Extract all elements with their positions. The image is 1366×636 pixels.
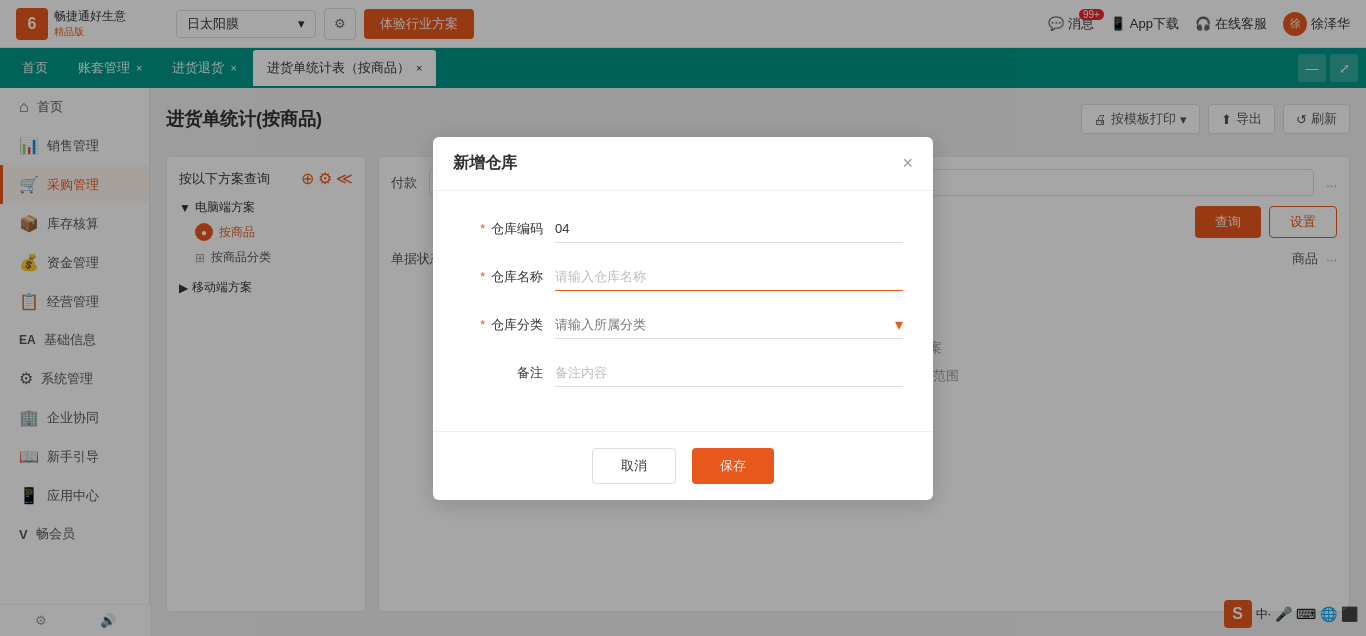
modal-footer: 取消 保存 [433, 431, 933, 500]
cancel-button[interactable]: 取消 [592, 448, 676, 484]
note-input[interactable] [555, 359, 903, 387]
warehouse-name-input[interactable] [555, 263, 903, 291]
modal-header: 新增仓库 × [433, 137, 933, 191]
modal-title: 新增仓库 [453, 153, 517, 174]
form-row-category: * 仓库分类 ▾ [463, 311, 903, 339]
warehouse-category-input[interactable] [555, 311, 903, 338]
modal-overlay: 新增仓库 × * 仓库编码 * 仓库名称 [0, 0, 1366, 636]
form-row-note: 备注 [463, 359, 903, 387]
save-button[interactable]: 保存 [692, 448, 774, 484]
add-warehouse-modal: 新增仓库 × * 仓库编码 * 仓库名称 [433, 137, 933, 500]
warehouse-category-label: * 仓库分类 [463, 316, 543, 334]
form-row-name: * 仓库名称 [463, 263, 903, 291]
modal-body: * 仓库编码 * 仓库名称 * 仓库分类 [433, 191, 933, 431]
warehouse-category-wrapper: ▾ [555, 311, 903, 339]
warehouse-code-label: * 仓库编码 [463, 220, 543, 238]
modal-close-button[interactable]: × [902, 153, 913, 174]
warehouse-name-label: * 仓库名称 [463, 268, 543, 286]
category-dropdown-icon[interactable]: ▾ [895, 315, 903, 334]
note-label: 备注 [463, 364, 543, 382]
form-row-code: * 仓库编码 [463, 215, 903, 243]
warehouse-code-input[interactable] [555, 215, 903, 243]
